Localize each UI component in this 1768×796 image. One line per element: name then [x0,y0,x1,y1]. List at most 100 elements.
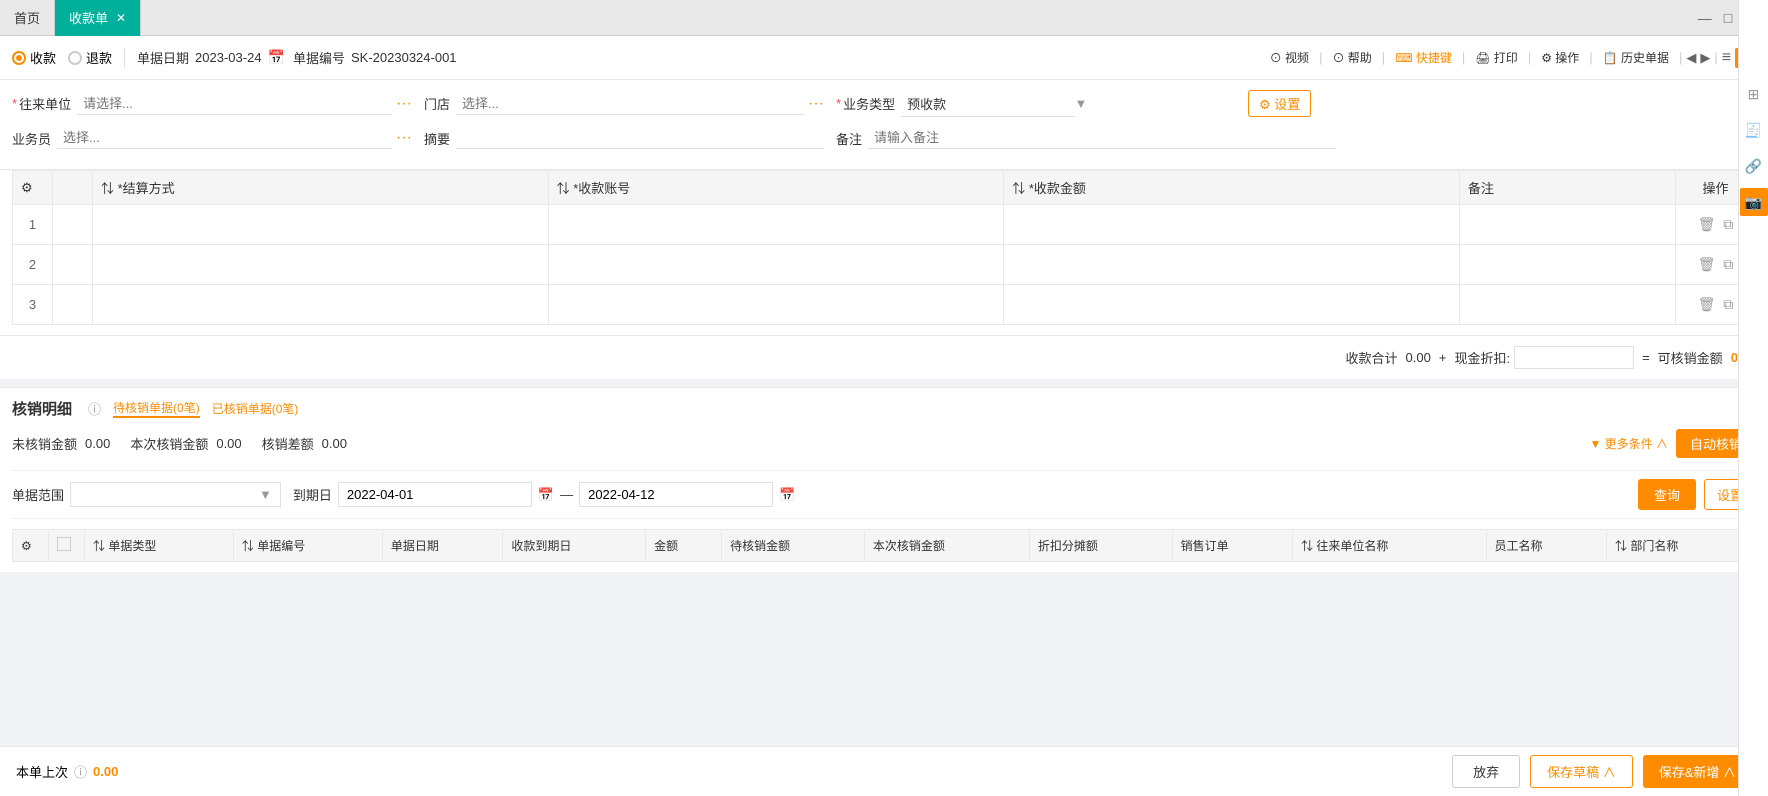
range-select[interactable]: ▼ [70,482,281,507]
store-more-btn[interactable]: ··· [808,95,824,113]
sidebar-camera-icon[interactable]: 📷 [1740,188,1768,216]
row-2-note[interactable] [1459,245,1675,285]
row-3-note[interactable] [1459,285,1675,325]
date-calendar-icon[interactable]: 📅 [268,49,285,66]
staff-more-btn[interactable]: ··· [396,129,412,147]
vdoc-type-header[interactable]: ⇅ 单据类型 [85,530,234,562]
form-area: * 往来单位 ··· 门店 ··· * 业务类型 预收款 ▼ ⚙ 设置 业务员 … [0,80,1768,170]
print-btn[interactable]: 🖨 打印 [1469,47,1524,68]
section-header: 核销明细 ⓘ 待核销单据(0笔) 已核销单据(0笔) [12,398,1756,419]
counterpart-input[interactable] [77,93,392,115]
table-row: 2 🗑 ⧉ [13,245,1756,285]
vamount-header: 金额 [646,530,722,562]
row-2-amount[interactable] [1004,245,1460,285]
staff-input[interactable] [57,127,392,149]
tab-close-icon[interactable]: ✕ [116,11,126,25]
vstaff-header: 员工名称 [1486,530,1607,562]
btype-required: * [836,96,841,111]
verification-table: ⚙ ⇅ 单据类型 ⇅ 单据编号 单据日期 收款到期日 金额 待核销金额 本次核销… [12,529,1756,562]
settings-button[interactable]: ⚙ 设置 [1248,90,1311,117]
row-3-settlement[interactable] [93,285,549,325]
row-1-delete-icon[interactable]: 🗑 [1698,216,1716,232]
date-from-calendar-icon[interactable]: 📅 [538,487,554,503]
date-from-input[interactable] [338,482,532,507]
row-1-copy-icon[interactable]: ⧉ [1723,216,1733,232]
row-3-delete-icon[interactable]: 🗑 [1698,296,1716,312]
view-list-icon[interactable]: ≡ [1722,49,1731,67]
vdept-header[interactable]: ⇅ 部门名称 [1607,530,1756,562]
shortcut-btn[interactable]: ⌨ 快捷键 [1389,47,1458,68]
sidebar-table-icon[interactable]: ⊞ [1740,80,1768,108]
maximize-icon[interactable]: □ [1720,8,1736,28]
staff-label: 业务员 [12,129,51,148]
row-1-note[interactable] [1459,205,1675,245]
row-1-num2 [53,205,93,245]
vcounterpart-header[interactable]: ⇅ 往来单位名称 [1293,530,1486,562]
row-2-copy-icon[interactable]: ⧉ [1723,256,1733,272]
btype-dropdown[interactable]: ▼ [1075,96,1236,111]
abandon-btn[interactable]: 放弃 [1452,755,1520,788]
total-label: 收款合计 0.00 [1346,348,1431,367]
row-1-num: 1 [13,205,53,245]
save-draft-btn[interactable]: 保存草稿 ∧ [1530,755,1633,788]
btype-value: 预收款 [901,91,1074,117]
row-2-settlement[interactable] [93,245,549,285]
pending-tab[interactable]: 待核销单据(0笔) [113,399,200,418]
row-3-account[interactable] [548,285,1004,325]
nav-next-icon[interactable]: ▶ [1700,50,1710,66]
row-1-settlement[interactable] [93,205,549,245]
header-checkbox[interactable] [57,537,71,551]
bottom-bar: 本单上次 ⓘ 0.00 放弃 保存草稿 ∧ 保存&新增 ∧ [0,746,1768,796]
video-btn[interactable]: ⊙ 视频 [1264,47,1315,68]
equals-label: = [1642,350,1650,365]
current-label: 本次核销金额 [130,434,208,453]
row-3-amount[interactable] [1004,285,1460,325]
settlement-header[interactable]: ⇅ *结算方式 [93,171,549,205]
completed-tab[interactable]: 已核销单据(0笔) [212,400,299,417]
row-2-delete-icon[interactable]: 🗑 [1698,256,1716,272]
minimize-icon[interactable]: — [1694,8,1716,28]
summary-input[interactable] [456,127,824,149]
vdoc-no-header[interactable]: ⇅ 单据编号 [233,530,382,562]
gear-header[interactable]: ⚙ [13,171,53,205]
discount-input[interactable] [1514,346,1634,369]
more-conditions-btn[interactable]: ▼ 更多条件 ∧ [1589,435,1668,452]
sidebar-receipt-icon[interactable]: 🧾 [1740,116,1768,144]
note-input[interactable] [868,127,1336,149]
store-input[interactable] [456,93,804,115]
amount-header[interactable]: ⇅ *收款金额 [1004,171,1460,205]
section-info-icon[interactable]: ⓘ [88,399,101,418]
table-row: 1 🗑 ⧉ [13,205,1756,245]
vcheckbox-header[interactable] [49,530,85,562]
row-3-copy-icon[interactable]: ⧉ [1723,296,1733,312]
save-new-btn[interactable]: 保存&新增 ∧ [1643,755,1752,788]
range-label: 单据范围 [12,485,64,504]
radio-refund-label: 退款 [86,48,112,67]
table-area: ⚙ ⇅ *结算方式 ⇅ *收款账号 ⇅ *收款金额 备注 操作 1 🗑 ⧉ [0,170,1768,335]
history-btn[interactable]: 📋 历史单据 [1597,47,1675,68]
row-1-account[interactable] [548,205,1004,245]
vgear-header[interactable]: ⚙ [13,530,49,562]
query-btn[interactable]: 查询 [1638,479,1696,510]
vpending-header: 待核销金额 [722,530,865,562]
tab-receipt[interactable]: 收款单 ✕ [55,0,141,36]
tab-home[interactable]: 首页 [0,0,55,36]
store-label: 门店 [424,94,450,113]
sidebar-link-icon[interactable]: 🔗 [1740,152,1768,180]
help-btn[interactable]: ⊙ 帮助 [1326,47,1377,68]
row-2-account[interactable] [548,245,1004,285]
toolbar-right: ⊙ 视频 | ⊙ 帮助 | ⌨ 快捷键 | 🖨 打印 | ⚙ 操作 | 📋 历史… [1264,47,1756,68]
date-to-calendar-icon[interactable]: 📅 [779,487,795,503]
current-info-icon[interactable]: ⓘ [74,762,87,781]
staff-field: 业务员 ··· [12,127,412,149]
row-1-amount[interactable] [1004,205,1460,245]
operation-btn[interactable]: ⚙ 操作 [1535,47,1585,68]
date-to-input[interactable] [579,482,773,507]
radio-refund[interactable]: 退款 [68,48,112,67]
radio-receipt[interactable]: 收款 [12,48,56,67]
bottom-right: 放弃 保存草稿 ∧ 保存&新增 ∧ [1452,755,1752,788]
total-value: 0.00 [1406,350,1431,365]
counterpart-more-btn[interactable]: ··· [396,95,412,113]
account-header[interactable]: ⇅ *收款账号 [548,171,1004,205]
nav-prev-icon[interactable]: ◀ [1686,50,1696,66]
